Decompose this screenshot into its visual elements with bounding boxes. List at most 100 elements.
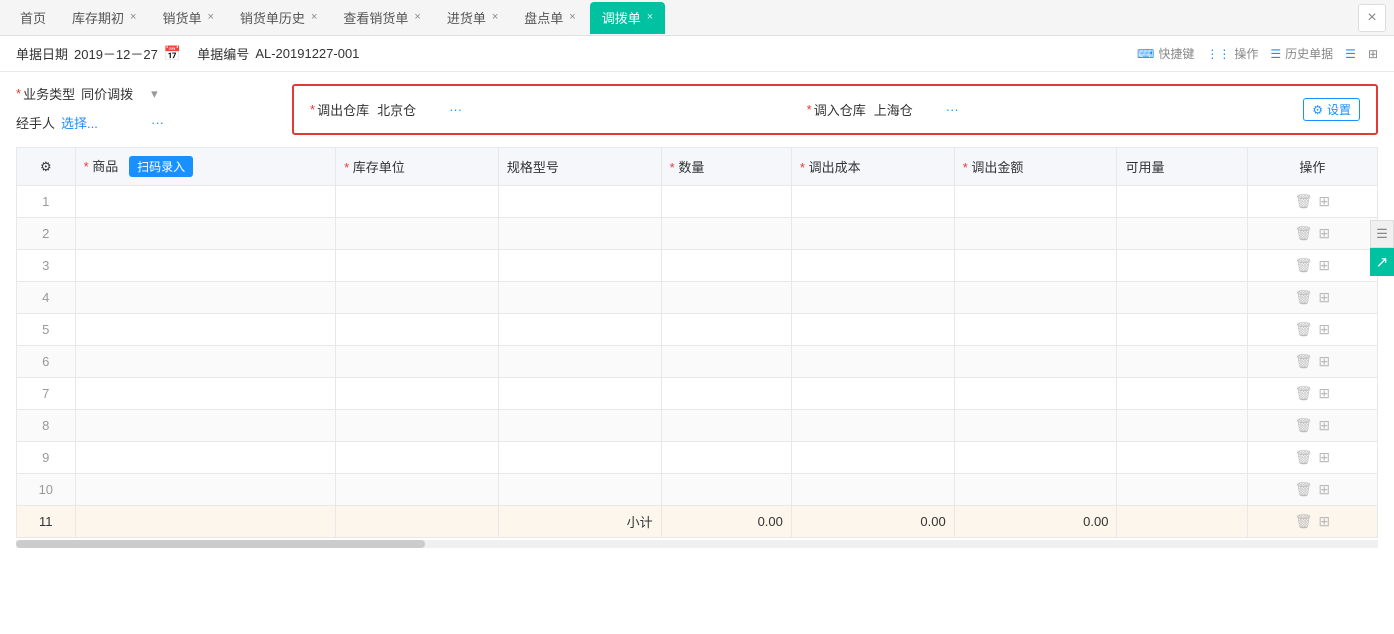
spec-cell-6[interactable] — [498, 346, 661, 378]
amount-cell-6[interactable] — [954, 346, 1117, 378]
goods-cell-6[interactable] — [75, 346, 335, 378]
amount-cell-8[interactable] — [954, 410, 1117, 442]
unit-cell-10[interactable] — [336, 474, 499, 506]
transfer-out-value[interactable]: 北京仓 — [377, 100, 437, 119]
unit-cell-4[interactable] — [336, 282, 499, 314]
shortcut-btn[interactable]: ⌨ 快捷键 — [1137, 45, 1194, 62]
available-cell-8[interactable] — [1117, 410, 1247, 442]
tab-inventory-check-close[interactable]: × — [569, 12, 575, 23]
available-cell-1[interactable] — [1117, 186, 1247, 218]
unit-cell-1[interactable] — [336, 186, 499, 218]
cost-cell-10[interactable] — [791, 474, 954, 506]
cost-cell-8[interactable] — [791, 410, 954, 442]
delete-icon-11[interactable]: 🗑 — [1295, 513, 1313, 530]
goods-cell-9[interactable] — [75, 442, 335, 474]
scrollbar-thumb[interactable] — [16, 540, 425, 548]
delete-icon-1[interactable]: 🗑 — [1295, 193, 1313, 210]
delete-icon-5[interactable]: 🗑 — [1295, 321, 1313, 338]
tab-view-sales[interactable]: 查看销货单 × — [331, 2, 432, 34]
available-cell-9[interactable] — [1117, 442, 1247, 474]
delete-icon-6[interactable]: 🗑 — [1295, 353, 1313, 370]
delete-icon-3[interactable]: 🗑 — [1295, 257, 1313, 274]
available-cell-3[interactable] — [1117, 250, 1247, 282]
goods-cell-3[interactable] — [75, 250, 335, 282]
spec-cell-7[interactable] — [498, 378, 661, 410]
tab-view-sales-close[interactable]: × — [414, 12, 420, 23]
qty-cell-3[interactable] — [661, 250, 791, 282]
available-cell-10[interactable] — [1117, 474, 1247, 506]
amount-cell-2[interactable] — [954, 218, 1117, 250]
unit-cell-9[interactable] — [336, 442, 499, 474]
amount-cell-7[interactable] — [954, 378, 1117, 410]
delete-icon-8[interactable]: 🗑 — [1295, 417, 1313, 434]
copy-icon-9[interactable]: ⊞ — [1318, 449, 1330, 466]
copy-icon-10[interactable]: ⊞ — [1318, 481, 1330, 498]
spec-cell-10[interactable] — [498, 474, 661, 506]
spec-cell-9[interactable] — [498, 442, 661, 474]
spec-cell-2[interactable] — [498, 218, 661, 250]
tab-inventory-init-close[interactable]: × — [130, 12, 136, 23]
copy-icon-8[interactable]: ⊞ — [1318, 417, 1330, 434]
spec-cell-1[interactable] — [498, 186, 661, 218]
unit-cell-3[interactable] — [336, 250, 499, 282]
qty-cell-10[interactable] — [661, 474, 791, 506]
available-cell-6[interactable] — [1117, 346, 1247, 378]
tab-transfer[interactable]: 调拨单 × — [590, 2, 665, 34]
qty-cell-7[interactable] — [661, 378, 791, 410]
handler-dots[interactable]: ··· — [151, 115, 164, 130]
tab-inventory-init[interactable]: 库存期初 × — [60, 2, 148, 34]
cost-cell-6[interactable] — [791, 346, 954, 378]
gear-icon[interactable]: ⚙ — [40, 159, 52, 174]
view-toggle-list[interactable]: ☰ — [1345, 47, 1356, 61]
qty-cell-2[interactable] — [661, 218, 791, 250]
transfer-in-dots[interactable]: ··· — [946, 102, 959, 117]
amount-cell-5[interactable] — [954, 314, 1117, 346]
goods-cell-4[interactable] — [75, 282, 335, 314]
copy-icon-3[interactable]: ⊞ — [1318, 257, 1330, 274]
unit-cell-8[interactable] — [336, 410, 499, 442]
amount-cell-1[interactable] — [954, 186, 1117, 218]
cost-cell-3[interactable] — [791, 250, 954, 282]
goods-cell-1[interactable] — [75, 186, 335, 218]
goods-cell-7[interactable] — [75, 378, 335, 410]
tab-transfer-close[interactable]: × — [647, 12, 653, 23]
spec-cell-3[interactable] — [498, 250, 661, 282]
business-type-value[interactable]: 同价调拨 — [81, 84, 141, 103]
goods-cell-8[interactable] — [75, 410, 335, 442]
tab-bar-close-btn[interactable]: × — [1358, 4, 1386, 32]
cost-cell-2[interactable] — [791, 218, 954, 250]
cost-cell-7[interactable] — [791, 378, 954, 410]
goods-cell-5[interactable] — [75, 314, 335, 346]
copy-icon-1[interactable]: ⊞ — [1318, 193, 1330, 210]
delete-icon-9[interactable]: 🗑 — [1295, 449, 1313, 466]
calendar-icon[interactable]: 📅 — [164, 45, 181, 62]
copy-icon-11[interactable]: ⊞ — [1318, 513, 1330, 530]
spec-cell-4[interactable] — [498, 282, 661, 314]
tab-sales-history[interactable]: 销货单历史 × — [228, 2, 329, 34]
history-btn[interactable]: ☰ 历史单据 — [1270, 45, 1333, 62]
right-tool-export[interactable]: ↗ — [1370, 248, 1394, 276]
unit-cell-6[interactable] — [336, 346, 499, 378]
tab-sales-history-close[interactable]: × — [311, 12, 317, 23]
handler-input[interactable]: 选择... — [61, 113, 141, 132]
qty-cell-8[interactable] — [661, 410, 791, 442]
tab-purchase[interactable]: 进货单 × — [435, 2, 510, 34]
cost-cell-9[interactable] — [791, 442, 954, 474]
spec-cell-8[interactable] — [498, 410, 661, 442]
unit-cell-5[interactable] — [336, 314, 499, 346]
right-tool-list[interactable]: ☰ — [1370, 220, 1394, 248]
copy-icon-7[interactable]: ⊞ — [1318, 385, 1330, 402]
delete-icon-7[interactable]: 🗑 — [1295, 385, 1313, 402]
cost-cell-5[interactable] — [791, 314, 954, 346]
copy-icon-5[interactable]: ⊞ — [1318, 321, 1330, 338]
amount-cell-3[interactable] — [954, 250, 1117, 282]
available-cell-4[interactable] — [1117, 282, 1247, 314]
qty-cell-5[interactable] — [661, 314, 791, 346]
qty-cell-9[interactable] — [661, 442, 791, 474]
goods-cell-10[interactable] — [75, 474, 335, 506]
transfer-out-dots[interactable]: ··· — [449, 102, 462, 117]
goods-cell-2[interactable] — [75, 218, 335, 250]
available-cell-2[interactable] — [1117, 218, 1247, 250]
amount-cell-10[interactable] — [954, 474, 1117, 506]
transfer-in-value[interactable]: 上海仓 — [874, 100, 934, 119]
